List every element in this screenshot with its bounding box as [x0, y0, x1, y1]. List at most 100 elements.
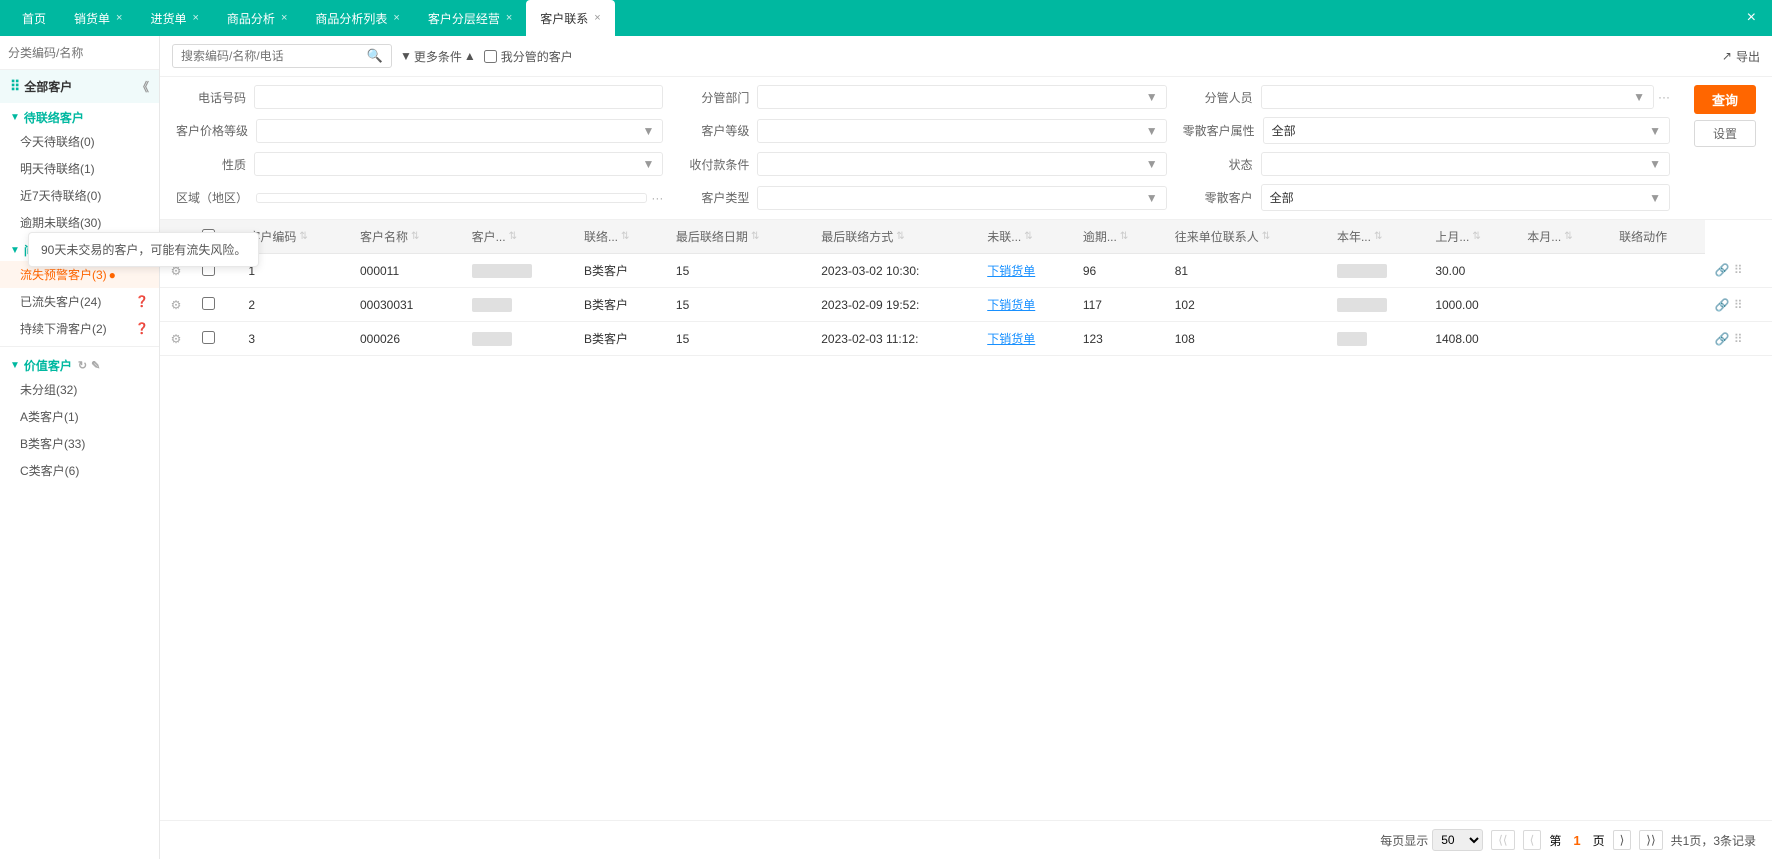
search-submit-icon[interactable]: 🔍 [367, 48, 383, 64]
row-last-method[interactable]: 下销货单 [977, 322, 1073, 356]
tooltip-churn: 90天未交易的客户，可能有流失风险。 [28, 232, 160, 267]
tab-home[interactable]: 首页 [8, 0, 60, 36]
filter-customer-type-select[interactable]: ▼ [757, 186, 1166, 210]
sidebar-divider [0, 346, 159, 347]
sidebar-item-ungrouped[interactable]: 未分组(32) [0, 376, 159, 403]
sidebar-item-class-a[interactable]: A类客户(1) [0, 403, 159, 430]
sidebar-item-churned[interactable]: 已流失客户(24) ❓ [0, 288, 159, 315]
filter-retail-attr: 零散客户属性 全部 ▼ [1183, 117, 1670, 144]
tab-customer-contact-close[interactable]: × [594, 12, 600, 24]
th-last-method[interactable]: 最后联络方式 ⇅ [811, 220, 977, 254]
filter-payment-label: 收付款条件 [679, 156, 749, 173]
content-area: 🔍 ▼ 更多条件 ▲ 我分管的客户 ↗ 导出 [160, 36, 1772, 859]
th-overdue[interactable]: 逾期... ⇅ [1073, 220, 1165, 254]
my-customers-checkbox[interactable]: 我分管的客户 [484, 48, 573, 65]
th-this-month[interactable]: 本月... ⇅ [1517, 220, 1609, 254]
sidebar-search-input[interactable] [8, 46, 160, 60]
action-link-icon[interactable]: 🔗 [1715, 332, 1730, 346]
filter-person-select[interactable]: ▼ [1261, 85, 1654, 109]
tab-product-analysis[interactable]: 商品分析 × [213, 0, 301, 36]
prev-page-button[interactable]: ⟨ [1523, 830, 1542, 850]
action-link-icon[interactable]: 🔗 [1715, 298, 1730, 312]
last-page-button[interactable]: ⟩⟩ [1639, 830, 1662, 850]
filter-row-3: 性质 ▼ 收付款条件 ▼ [176, 152, 1670, 176]
sidebar-item-declining[interactable]: 持续下滑客户(2) ❓ [0, 315, 159, 342]
export-button[interactable]: ↗ 导出 [1722, 48, 1760, 65]
edit-icon[interactable]: ✎ [91, 359, 100, 372]
th-no-contact[interactable]: 未联... ⇅ [977, 220, 1073, 254]
action-menu-icon[interactable]: ⠿ [1734, 298, 1743, 312]
table-row: ⚙ 2 00030031 B类客户 15 2023-02-09 19:52: 下… [160, 288, 1772, 322]
row-actions[interactable]: 🔗 ⠿ [1705, 254, 1772, 288]
tab-customer-segment-close[interactable]: × [506, 12, 512, 24]
sidebar-item-tomorrow[interactable]: 明天待联络(1) [0, 155, 159, 182]
filter-dept-select[interactable]: ▼ [757, 85, 1166, 109]
action-menu-icon[interactable]: ⠿ [1734, 263, 1743, 277]
filter-customer-level-select[interactable]: ▼ [757, 119, 1166, 143]
sidebar-section-value[interactable]: ▼ 价值客户 ↻ ✎ [0, 351, 159, 376]
sidebar-item-7days[interactable]: 近7天待联络(0) [0, 182, 159, 209]
warning-badge: ● [109, 268, 116, 282]
th-name[interactable]: 客户名称 ⇅ [350, 220, 462, 254]
tab-product-analysis-list[interactable]: 商品分析列表 × [301, 0, 413, 36]
filter-region-select[interactable] [256, 193, 647, 203]
query-button[interactable]: 查询 [1694, 85, 1756, 114]
tab-customer-segment[interactable]: 客户分层经营 × [414, 0, 526, 36]
filter-retail-customer-select[interactable]: 全部 ▼ [1261, 184, 1670, 211]
th-contact[interactable]: 联络... ⇅ [574, 220, 666, 254]
per-page-select[interactable]: 50 100 200 [1432, 829, 1483, 851]
action-menu-icon[interactable]: ⠿ [1734, 332, 1743, 346]
filter-phone-input[interactable] [254, 85, 663, 109]
page-label: 第 [1549, 832, 1561, 849]
filter-retail-attr-select[interactable]: 全部 ▼ [1263, 117, 1670, 144]
refresh-icon[interactable]: ↻ [78, 359, 87, 372]
sidebar-item-today[interactable]: 今天待联络(0) [0, 128, 159, 155]
main-layout: 🔍 ⠿ 全部客户 《 ▼ 待联络客户 今天待联络(0) 明天待联络(1) 近7天… [0, 36, 1772, 859]
th-this-year[interactable]: 本年... ⇅ [1327, 220, 1425, 254]
row-checkbox[interactable] [192, 322, 238, 356]
next-page-button[interactable]: ⟩ [1613, 830, 1632, 850]
tab-sales-order[interactable]: 销货单 × [60, 0, 136, 36]
my-customers-check[interactable] [484, 50, 497, 63]
sidebar-item-class-b[interactable]: B类客户(33) [0, 430, 159, 457]
region-dots-button[interactable]: ··· [651, 191, 663, 205]
status-arrow-icon: ▼ [1649, 157, 1661, 171]
filter-phone: 电话号码 [176, 85, 663, 109]
sidebar-all-customers[interactable]: ⠿ 全部客户 《 [0, 70, 159, 103]
per-page-wrap: 每页显示 50 100 200 [1380, 829, 1483, 851]
filter-retail-customer-label: 零散客户 [1183, 189, 1253, 206]
row-actions[interactable]: 🔗 ⠿ [1705, 322, 1772, 356]
action-link-icon[interactable]: 🔗 [1715, 263, 1730, 277]
tab-product-analysis-list-close[interactable]: × [393, 12, 399, 24]
filter-status-select[interactable]: ▼ [1261, 152, 1670, 176]
tab-product-analysis-close[interactable]: × [281, 12, 287, 24]
person-dots-button[interactable]: ··· [1658, 90, 1670, 104]
th-type[interactable]: 客户... ⇅ [462, 220, 574, 254]
sidebar-item-class-c[interactable]: C类客户(6) [0, 457, 159, 484]
more-filters-button[interactable]: ▼ 更多条件 ▲ [400, 48, 476, 65]
close-all-button[interactable]: × [1739, 9, 1764, 27]
arrow-icon-3: ▼ [10, 360, 20, 371]
filter-payment-select[interactable]: ▼ [757, 152, 1166, 176]
tab-sales-order-close[interactable]: × [116, 12, 122, 24]
filter-price-level-select[interactable]: ▼ [256, 119, 663, 143]
th-contact2[interactable]: 往来单位联系人 ⇅ [1165, 220, 1327, 254]
tab-customer-contact[interactable]: 客户联系 × [526, 0, 614, 36]
first-page-button[interactable]: ⟨⟨ [1491, 830, 1514, 850]
row-code: 000011 [350, 254, 462, 288]
row-last-method[interactable]: 下销货单 [977, 254, 1073, 288]
row-this-year: 1000.00 [1425, 288, 1517, 322]
settings-button[interactable]: 设置 [1694, 120, 1756, 147]
sidebar-section-pending[interactable]: ▼ 待联络客户 [0, 103, 159, 128]
tab-purchase-order[interactable]: 进货单 × [136, 0, 212, 36]
page-label-end: 页 [1593, 832, 1605, 849]
filter-nature-select[interactable]: ▼ [254, 152, 663, 176]
search-input[interactable] [181, 49, 367, 63]
row-contact2 [1327, 322, 1425, 356]
tab-purchase-order-close[interactable]: × [192, 12, 198, 24]
row-actions[interactable]: 🔗 ⠿ [1705, 288, 1772, 322]
row-checkbox[interactable] [192, 288, 238, 322]
th-last-date[interactable]: 最后联络日期 ⇅ [666, 220, 811, 254]
th-last-month[interactable]: 上月... ⇅ [1425, 220, 1517, 254]
row-last-method[interactable]: 下销货单 [977, 288, 1073, 322]
